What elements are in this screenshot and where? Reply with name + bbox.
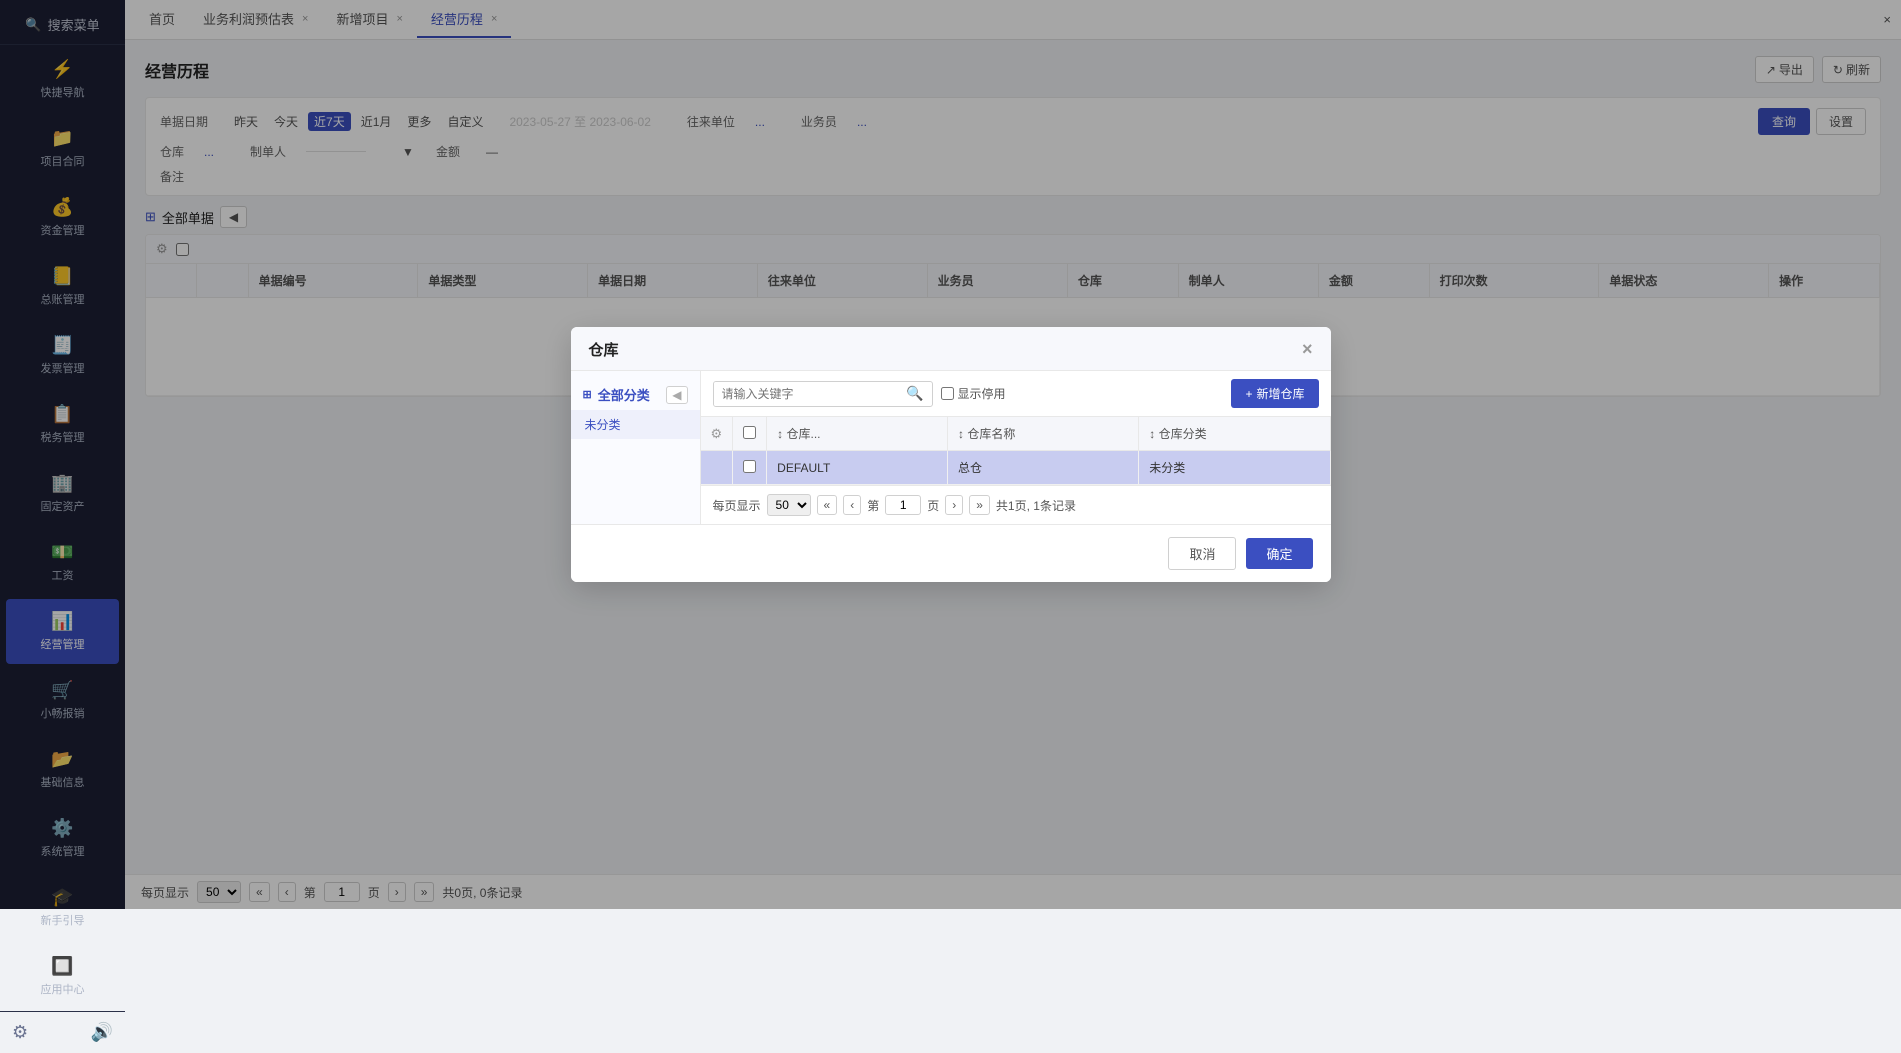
modal-sidebar-header: ⊞ 全部分类 ◀ [571, 379, 700, 410]
modal-cancel-btn[interactable]: 取消 [1168, 537, 1236, 570]
modal-header: 仓库 × [571, 327, 1331, 371]
modal-main: 🔍 显示停用 + 新增仓库 [701, 371, 1331, 524]
modal-search-input[interactable] [714, 382, 899, 406]
modal-sidebar-unclassified[interactable]: 未分类 [571, 410, 700, 439]
modal-row-check[interactable] [743, 460, 756, 473]
modal-table-row[interactable]: DEFAULT 总仓 未分类 [701, 451, 1331, 485]
modal-row-category: 未分类 [1139, 451, 1330, 485]
modal-footer: 取消 确定 [571, 524, 1331, 582]
sidebar-bottom: ⚙ 🔊 [0, 1011, 125, 1053]
modal-sidebar-collapse-btn[interactable]: ◀ [666, 386, 687, 404]
appcenter-icon: 🔲 [51, 956, 73, 977]
modal-th-checkbox [733, 417, 767, 451]
modal-select-all[interactable] [743, 426, 756, 439]
modal-per-page-select[interactable]: 50 [767, 494, 811, 516]
modal-table-wrap: ⚙ ↕ 仓库... ↕ 仓库名称 [701, 417, 1331, 485]
modal-th-category: ↕ 仓库分类 [1139, 417, 1330, 451]
grid-icon-small: ⊞ [583, 388, 592, 401]
modal-sidebar: ⊞ 全部分类 ◀ 未分类 [571, 371, 701, 524]
modal-pagination: 每页显示 50 « ‹ 第 页 › » 共1页, 1条记录 [701, 485, 1331, 524]
modal-col-code-sort: ↕ [777, 427, 783, 441]
sidebar-item-appcenter-label: 应用中心 [41, 981, 85, 997]
warehouse-modal: 仓库 × ⊞ 全部分类 ◀ 未分类 [571, 327, 1331, 582]
modal-th-gear: ⚙ [701, 417, 733, 451]
modal-col-cat-sort: ↕ [1149, 427, 1155, 441]
modal-table-header: ⚙ ↕ 仓库... ↕ 仓库名称 [701, 417, 1331, 451]
sidebar-item-appcenter[interactable]: 🔲 应用中心 [6, 944, 119, 1009]
modal-page-label-end: 页 [927, 497, 939, 514]
modal-body: ⊞ 全部分类 ◀ 未分类 🔍 显示停用 [571, 371, 1331, 524]
modal-search-btn[interactable]: 🔍 [898, 385, 931, 402]
modal-table-gear[interactable]: ⚙ [711, 426, 723, 441]
modal-page-next[interactable]: › [945, 495, 963, 515]
modal-col-name-sort: ↕ [958, 427, 964, 441]
modal-row-checkbox [733, 451, 767, 485]
modal-confirm-btn[interactable]: 确定 [1246, 538, 1312, 569]
modal-toolbar: 🔍 显示停用 + 新增仓库 [701, 371, 1331, 417]
modal-page-prev[interactable]: ‹ [843, 495, 861, 515]
modal-total-text: 共1页, 1条记录 [996, 497, 1076, 514]
plus-icon: + [1245, 387, 1252, 401]
modal-sidebar-unclassified-label: 未分类 [585, 418, 621, 432]
modal-add-label: 新增仓库 [1256, 385, 1304, 402]
modal-page-label: 第 [867, 497, 879, 514]
modal-per-page-label: 每页显示 [713, 497, 761, 514]
modal-add-btn[interactable]: + 新增仓库 [1231, 379, 1318, 408]
modal-th-code: ↕ 仓库... [767, 417, 948, 451]
modal-page-last[interactable]: » [969, 495, 990, 515]
show-disabled-wrap: 显示停用 [941, 385, 1006, 402]
modal-page-first[interactable]: « [817, 495, 838, 515]
modal-overlay: 仓库 × ⊞ 全部分类 ◀ 未分类 [0, 0, 1901, 909]
settings-icon[interactable]: ⚙ [12, 1022, 28, 1043]
sidebar-item-newguide-label: 新手引导 [41, 912, 85, 928]
modal-page-input[interactable] [885, 495, 921, 515]
modal-table: ⚙ ↕ 仓库... ↕ 仓库名称 [701, 417, 1331, 485]
modal-th-name: ↕ 仓库名称 [948, 417, 1139, 451]
modal-close-btn[interactable]: × [1302, 339, 1313, 360]
modal-row-name: 总仓 [948, 451, 1139, 485]
modal-search-wrap: 🔍 [713, 381, 933, 407]
show-disabled-label: 显示停用 [958, 385, 1006, 402]
show-disabled-checkbox[interactable] [941, 387, 954, 400]
modal-row-gear [701, 451, 733, 485]
modal-row-code: DEFAULT [767, 451, 948, 485]
modal-title: 仓库 [589, 339, 619, 360]
volume-icon[interactable]: 🔊 [91, 1022, 113, 1043]
modal-sidebar-all-label[interactable]: 全部分类 [598, 385, 650, 404]
